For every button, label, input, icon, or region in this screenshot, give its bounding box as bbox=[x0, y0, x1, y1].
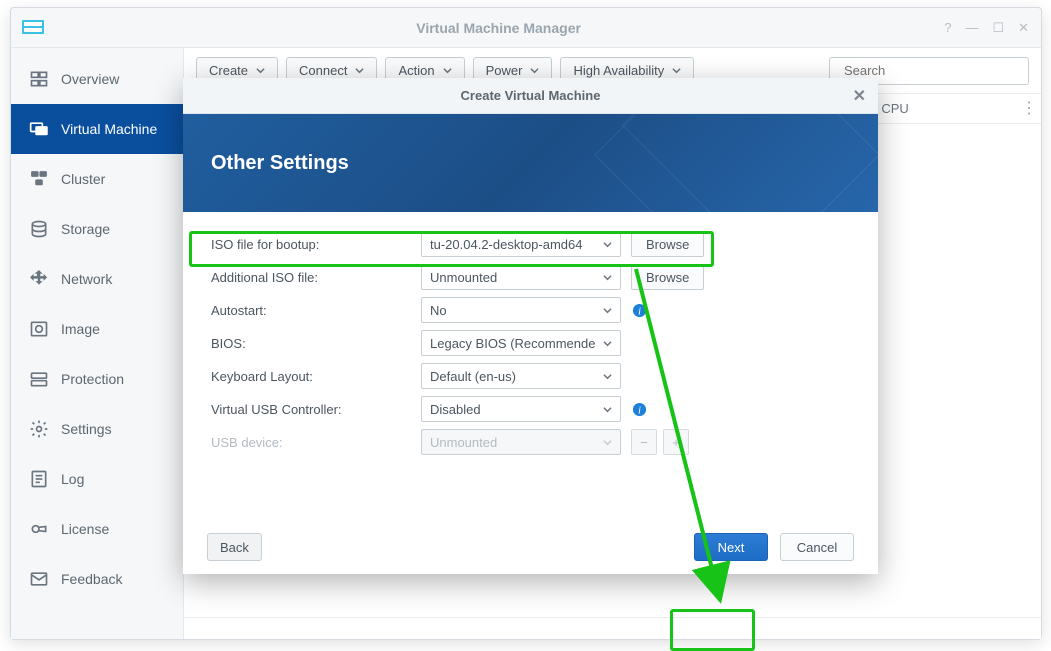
cluster-icon bbox=[29, 169, 49, 189]
chevron-down-icon bbox=[256, 66, 265, 75]
storage-icon bbox=[29, 219, 49, 239]
dialog-body: ISO file for bootup: tu-20.04.2-desktop-… bbox=[183, 212, 878, 458]
sidebar-item-cluster[interactable]: Cluster bbox=[11, 154, 183, 204]
overview-icon bbox=[29, 69, 49, 89]
remove-usb-button: − bbox=[631, 429, 657, 455]
dialog-titlebar: Create Virtual Machine ✕ bbox=[183, 78, 878, 114]
sidebar-item-label: License bbox=[61, 521, 109, 537]
protection-icon bbox=[29, 369, 49, 389]
sidebar-item-network[interactable]: Network bbox=[11, 254, 183, 304]
help-icon[interactable]: ? bbox=[944, 20, 951, 36]
chevron-down-icon bbox=[355, 66, 364, 75]
status-bar bbox=[184, 617, 1041, 639]
sidebar-item-image[interactable]: Image bbox=[11, 304, 183, 354]
browse-iso-bootup-button[interactable]: Browse bbox=[631, 231, 704, 257]
window-title: Virtual Machine Manager bbox=[53, 20, 944, 36]
create-vm-dialog: Create Virtual Machine ✕ Other Settings … bbox=[183, 78, 878, 574]
info-icon[interactable]: i bbox=[631, 401, 647, 417]
sidebar-item-label: Image bbox=[61, 321, 100, 337]
sidebar-item-label: Virtual Machine bbox=[61, 121, 157, 137]
svg-text:i: i bbox=[638, 405, 641, 416]
select-autostart[interactable]: No bbox=[421, 297, 621, 323]
chevron-down-icon bbox=[603, 438, 612, 447]
chevron-down-icon bbox=[603, 273, 612, 282]
vm-icon bbox=[29, 119, 49, 139]
gear-icon bbox=[29, 419, 49, 439]
chevron-down-icon bbox=[443, 66, 452, 75]
sidebar-item-overview[interactable]: Overview bbox=[11, 54, 183, 104]
label-iso-bootup: ISO file for bootup: bbox=[211, 237, 421, 252]
titlebar: Virtual Machine Manager ? — ☐ ✕ bbox=[11, 8, 1041, 48]
search-input[interactable] bbox=[844, 63, 1020, 78]
sidebar-item-storage[interactable]: Storage bbox=[11, 204, 183, 254]
browse-iso-additional-button[interactable]: Browse bbox=[631, 264, 704, 290]
svg-text:i: i bbox=[638, 306, 641, 317]
banner-title: Other Settings bbox=[211, 152, 349, 175]
image-icon bbox=[29, 319, 49, 339]
chevron-down-icon bbox=[603, 306, 612, 315]
dialog-close-icon[interactable]: ✕ bbox=[853, 86, 866, 106]
dialog-banner: Other Settings bbox=[183, 114, 878, 212]
select-bios[interactable]: Legacy BIOS (Recommende bbox=[421, 330, 621, 356]
next-button[interactable]: Next bbox=[694, 533, 768, 561]
row-iso-additional: Additional ISO file: Unmounted Browse bbox=[211, 261, 850, 293]
sidebar: Overview Virtual Machine Cluster Storage… bbox=[11, 48, 183, 639]
chevron-down-icon bbox=[603, 339, 612, 348]
row-usb-device: USB device: Unmounted − + bbox=[211, 426, 850, 458]
column-menu-icon[interactable]: ⋮ bbox=[1021, 101, 1029, 117]
back-button[interactable]: Back bbox=[207, 533, 262, 561]
sidebar-item-label: Settings bbox=[61, 421, 112, 437]
info-icon[interactable]: i bbox=[631, 302, 647, 318]
label-iso-additional: Additional ISO file: bbox=[211, 270, 421, 285]
add-usb-button: + bbox=[663, 429, 689, 455]
sidebar-item-label: Overview bbox=[61, 71, 119, 87]
sidebar-item-label: Log bbox=[61, 471, 84, 487]
dialog-title: Create Virtual Machine bbox=[461, 88, 601, 103]
select-iso-bootup[interactable]: tu-20.04.2-desktop-amd64 bbox=[421, 231, 621, 257]
row-bios: BIOS: Legacy BIOS (Recommende bbox=[211, 327, 850, 359]
dialog-footer: Back Next Cancel bbox=[183, 520, 878, 574]
network-icon bbox=[29, 269, 49, 289]
license-icon bbox=[29, 519, 49, 539]
chevron-down-icon bbox=[672, 66, 681, 75]
label-usb-device: USB device: bbox=[211, 435, 421, 450]
minimize-icon[interactable]: — bbox=[965, 20, 978, 36]
close-icon[interactable]: ✕ bbox=[1018, 20, 1029, 36]
chevron-down-icon bbox=[530, 66, 539, 75]
sidebar-item-license[interactable]: License bbox=[11, 504, 183, 554]
sidebar-item-settings[interactable]: Settings bbox=[11, 404, 183, 454]
maximize-icon[interactable]: ☐ bbox=[992, 20, 1004, 36]
select-usb-controller[interactable]: Disabled bbox=[421, 396, 621, 422]
sidebar-item-feedback[interactable]: Feedback bbox=[11, 554, 183, 604]
sidebar-item-label: Protection bbox=[61, 371, 124, 387]
select-usb-device: Unmounted bbox=[421, 429, 621, 455]
sidebar-item-log[interactable]: Log bbox=[11, 454, 183, 504]
select-keyboard[interactable]: Default (en-us) bbox=[421, 363, 621, 389]
chevron-down-icon bbox=[603, 372, 612, 381]
row-autostart: Autostart: No i bbox=[211, 294, 850, 326]
chevron-down-icon bbox=[603, 240, 612, 249]
cancel-button[interactable]: Cancel bbox=[780, 533, 854, 561]
sidebar-item-label: Network bbox=[61, 271, 112, 287]
label-keyboard: Keyboard Layout: bbox=[211, 369, 421, 384]
feedback-icon bbox=[29, 569, 49, 589]
row-keyboard: Keyboard Layout: Default (en-us) bbox=[211, 360, 850, 392]
sidebar-item-label: Cluster bbox=[61, 171, 105, 187]
log-icon bbox=[29, 469, 49, 489]
select-iso-additional[interactable]: Unmounted bbox=[421, 264, 621, 290]
row-usb-controller: Virtual USB Controller: Disabled i bbox=[211, 393, 850, 425]
sidebar-item-label: Feedback bbox=[61, 571, 122, 587]
row-iso-bootup: ISO file for bootup: tu-20.04.2-desktop-… bbox=[211, 228, 850, 260]
label-autostart: Autostart: bbox=[211, 303, 421, 318]
label-bios: BIOS: bbox=[211, 336, 421, 351]
sidebar-item-virtual-machine[interactable]: Virtual Machine bbox=[11, 104, 183, 154]
label-usb-controller: Virtual USB Controller: bbox=[211, 402, 421, 417]
chevron-down-icon bbox=[603, 405, 612, 414]
sidebar-item-protection[interactable]: Protection bbox=[11, 354, 183, 404]
app-icon bbox=[21, 18, 45, 38]
sidebar-item-label: Storage bbox=[61, 221, 110, 237]
